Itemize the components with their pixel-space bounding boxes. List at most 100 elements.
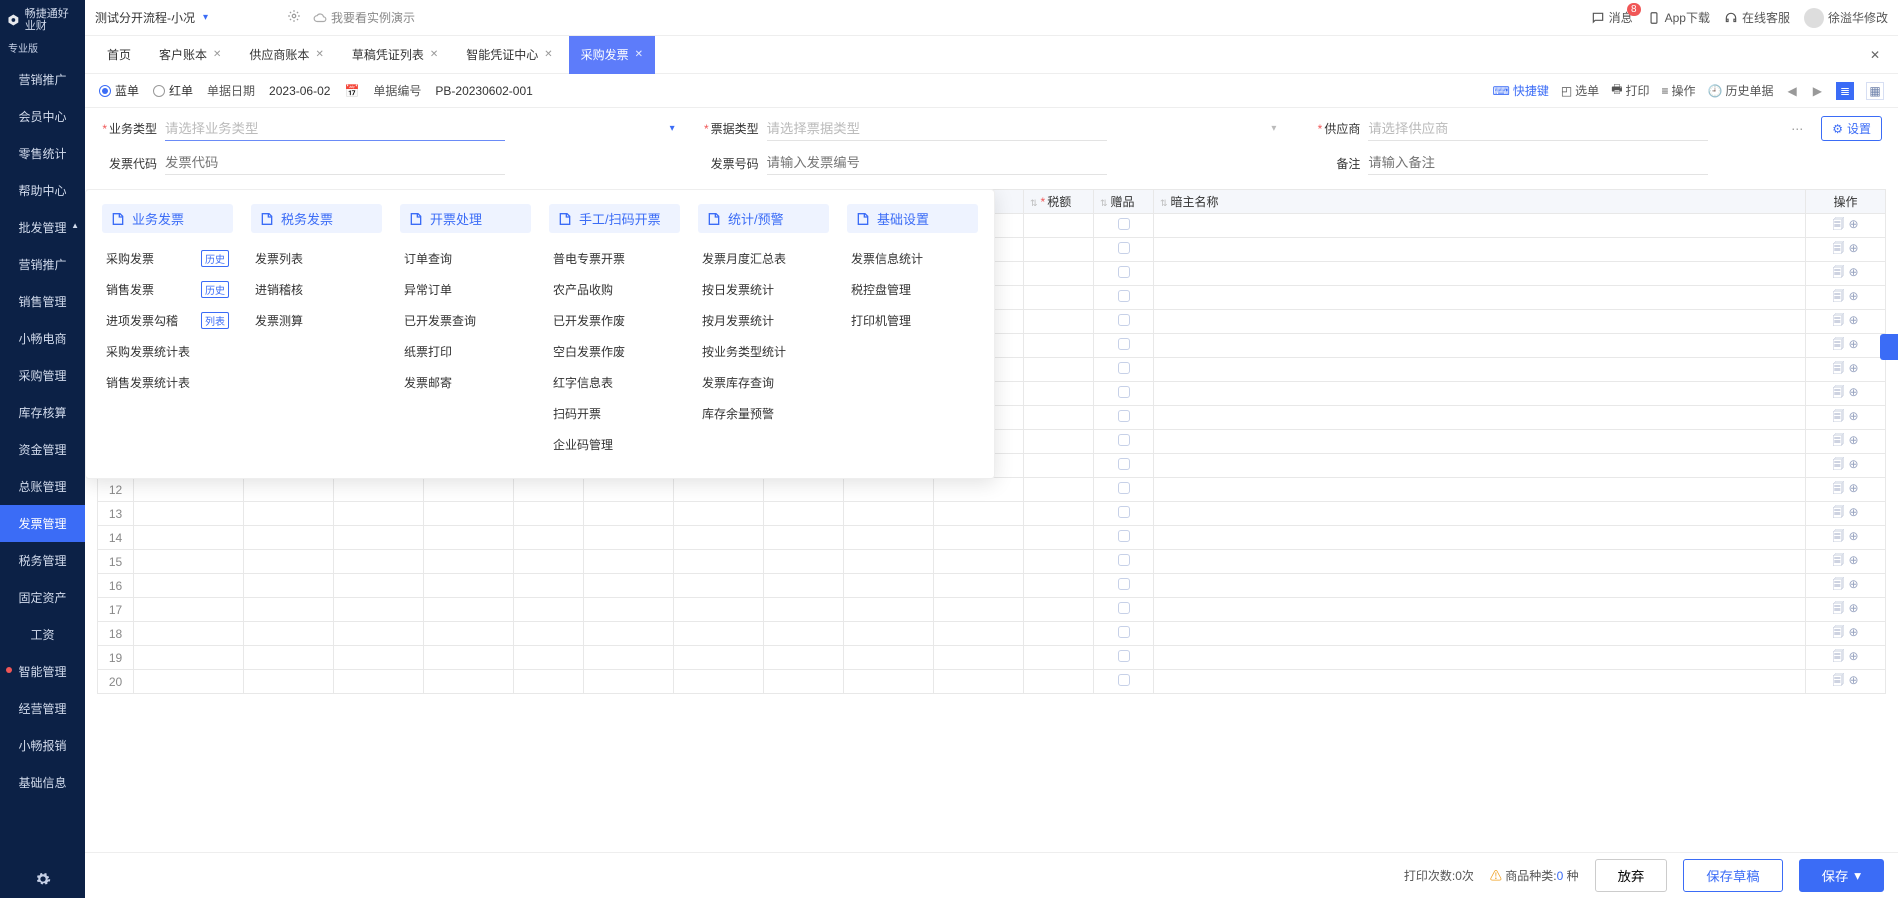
row-add-icon[interactable]: ⊕ — [1848, 337, 1858, 351]
table-row[interactable]: 16🗐⊕ — [98, 574, 1886, 598]
tab[interactable]: 客户账本✕ — [147, 36, 233, 74]
row-add-icon[interactable]: ⊕ — [1848, 529, 1858, 543]
table-row[interactable]: 19🗐⊕ — [98, 646, 1886, 670]
view-list[interactable]: ≣ — [1836, 82, 1854, 100]
gift-checkbox[interactable] — [1118, 458, 1130, 470]
biz-type-select[interactable] — [165, 117, 505, 141]
row-copy-icon[interactable]: 🗐 — [1832, 385, 1844, 399]
mega-menu-item[interactable]: 已开发票作废 — [549, 305, 680, 336]
promo-link[interactable]: 我要看实例演示 — [313, 9, 415, 26]
gift-checkbox[interactable] — [1118, 386, 1130, 398]
gift-checkbox[interactable] — [1118, 482, 1130, 494]
tab[interactable]: 草稿凭证列表✕ — [340, 36, 450, 74]
row-add-icon[interactable]: ⊕ — [1848, 289, 1858, 303]
mega-menu-item[interactable]: 纸票打印 — [400, 336, 531, 367]
invoice-code-input[interactable] — [165, 151, 505, 175]
sidebar-item[interactable]: 会员中心 — [0, 98, 85, 135]
gift-checkbox[interactable] — [1118, 218, 1130, 230]
sidebar-item[interactable]: 工资 — [0, 616, 85, 653]
row-add-icon[interactable]: ⊕ — [1848, 241, 1858, 255]
mega-menu-item[interactable]: 税控盘管理 — [847, 274, 978, 305]
row-copy-icon[interactable]: 🗐 — [1832, 217, 1844, 231]
radio-blue[interactable]: 蓝单 — [99, 82, 139, 99]
mega-menu-item[interactable]: 发票月度汇总表 — [698, 243, 829, 274]
user-menu[interactable]: 徐溢华修改 — [1804, 8, 1888, 28]
sidebar-item[interactable]: 营销推广 — [0, 246, 85, 283]
row-copy-icon[interactable]: 🗐 — [1832, 649, 1844, 663]
gift-checkbox[interactable] — [1118, 242, 1130, 254]
gift-checkbox[interactable] — [1118, 362, 1130, 374]
service-button[interactable]: 在线客服 — [1724, 9, 1790, 26]
prev-doc[interactable]: ◀ — [1786, 84, 1799, 98]
mega-menu-item[interactable]: 销售发票统计表 — [102, 367, 233, 398]
close-all-tabs[interactable]: ✕ — [1862, 48, 1888, 62]
row-add-icon[interactable]: ⊕ — [1848, 649, 1858, 663]
gift-checkbox[interactable] — [1118, 602, 1130, 614]
mega-menu-item[interactable]: 已开发票查询 — [400, 305, 531, 336]
gift-checkbox[interactable] — [1118, 650, 1130, 662]
row-copy-icon[interactable]: 🗐 — [1832, 481, 1844, 495]
table-row[interactable]: 14🗐⊕ — [98, 526, 1886, 550]
row-add-icon[interactable]: ⊕ — [1848, 265, 1858, 279]
flow-settings[interactable] — [287, 9, 301, 26]
app-download-button[interactable]: App下载 — [1647, 9, 1710, 26]
settings-button[interactable]: ⚙设置 — [1821, 116, 1882, 141]
select-doc-link[interactable]: ◰选单 — [1561, 82, 1599, 99]
sidebar-item[interactable]: 批发管理▲ — [0, 209, 85, 246]
row-add-icon[interactable]: ⊕ — [1848, 577, 1858, 591]
table-row[interactable]: 15🗐⊕ — [98, 550, 1886, 574]
gift-checkbox[interactable] — [1118, 530, 1130, 542]
gift-checkbox[interactable] — [1118, 410, 1130, 422]
row-add-icon[interactable]: ⊕ — [1848, 457, 1858, 471]
ops-link[interactable]: ≡操作 — [1662, 82, 1696, 99]
sidebar-item[interactable]: 基础信息 — [0, 764, 85, 801]
table-row[interactable]: 20🗐⊕ — [98, 670, 1886, 694]
calendar-icon[interactable]: 📅 — [344, 84, 359, 98]
row-add-icon[interactable]: ⊕ — [1848, 553, 1858, 567]
gift-checkbox[interactable] — [1118, 314, 1130, 326]
row-add-icon[interactable]: ⊕ — [1848, 217, 1858, 231]
mega-menu-item[interactable]: 发票列表 — [251, 243, 382, 274]
tab[interactable]: 采购发票✕ — [569, 36, 655, 74]
row-copy-icon[interactable]: 🗐 — [1832, 505, 1844, 519]
sidebar-item[interactable]: 资金管理 — [0, 431, 85, 468]
supplier-more[interactable]: ⋯ — [1783, 122, 1813, 136]
row-copy-icon[interactable]: 🗐 — [1832, 553, 1844, 567]
sidebar-item[interactable]: 库存核算 — [0, 394, 85, 431]
gift-checkbox[interactable] — [1118, 506, 1130, 518]
close-icon[interactable]: ✕ — [635, 36, 643, 74]
row-add-icon[interactable]: ⊕ — [1848, 409, 1858, 423]
mega-menu-item[interactable]: 销售发票历史 — [102, 274, 233, 305]
row-add-icon[interactable]: ⊕ — [1848, 361, 1858, 375]
row-add-icon[interactable]: ⊕ — [1848, 601, 1858, 615]
sidebar-item[interactable]: 零售统计 — [0, 135, 85, 172]
column-header[interactable]: *税额 — [1024, 190, 1094, 214]
view-grid[interactable]: ▦ — [1866, 82, 1884, 100]
row-copy-icon[interactable]: 🗐 — [1832, 265, 1844, 279]
remark-input[interactable] — [1368, 151, 1708, 175]
mega-menu-item[interactable]: 采购发票历史 — [102, 243, 233, 274]
mega-menu-item[interactable]: 发票库存查询 — [698, 367, 829, 398]
radio-red[interactable]: 红单 — [153, 82, 193, 99]
row-copy-icon[interactable]: 🗐 — [1832, 529, 1844, 543]
column-header[interactable]: 暗主名称 — [1154, 190, 1806, 214]
table-row[interactable]: 13🗐⊕ — [98, 502, 1886, 526]
mega-menu-item[interactable]: 企业码管理 — [549, 429, 680, 460]
mega-menu-item[interactable]: 普电专票开票 — [549, 243, 680, 274]
row-copy-icon[interactable]: 🗐 — [1832, 337, 1844, 351]
sidebar-item[interactable]: 税务管理 — [0, 542, 85, 579]
table-row[interactable]: 18🗐⊕ — [98, 622, 1886, 646]
mega-menu-item[interactable]: 扫码开票 — [549, 398, 680, 429]
sidebar-item[interactable]: 小畅电商 — [0, 320, 85, 357]
sidebar-item[interactable]: 总账管理 — [0, 468, 85, 505]
close-icon[interactable]: ✕ — [213, 36, 221, 74]
gift-checkbox[interactable] — [1118, 626, 1130, 638]
mega-menu-item[interactable]: 按月发票统计 — [698, 305, 829, 336]
mega-menu-item[interactable]: 按业务类型统计 — [698, 336, 829, 367]
mega-menu-item[interactable]: 进项发票勾稽列表 — [102, 305, 233, 336]
row-add-icon[interactable]: ⊕ — [1848, 433, 1858, 447]
sidebar-item[interactable]: 采购管理 — [0, 357, 85, 394]
tab[interactable]: 供应商账本✕ — [237, 36, 335, 74]
gift-checkbox[interactable] — [1118, 554, 1130, 566]
sidebar-item[interactable]: 帮助中心 — [0, 172, 85, 209]
